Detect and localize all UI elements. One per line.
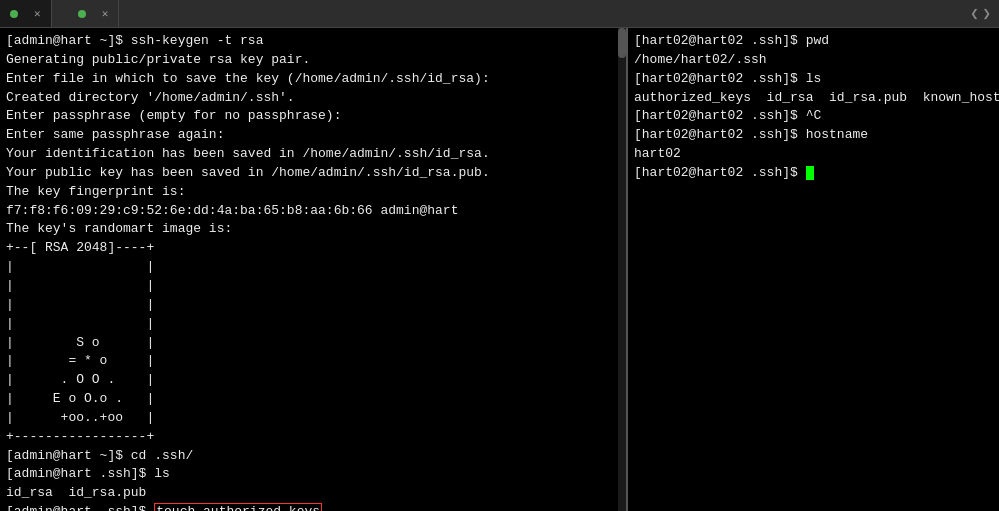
scroll-bar-left[interactable] xyxy=(618,28,626,511)
nav-right-arrow[interactable]: ❯ xyxy=(983,5,991,22)
terminal-line: Enter passphrase (empty for no passphras… xyxy=(6,107,620,126)
terminal-line: [admin@hart .ssh]$ touch authorized_keys xyxy=(6,503,620,511)
terminal-line: [hart02@hart02 .ssh]$ ls xyxy=(634,70,993,89)
terminal-line: Your identification has been saved in /h… xyxy=(6,145,620,164)
terminal-line: [admin@hart ~]$ ssh-keygen -t rsa xyxy=(6,32,620,51)
terminal-line: /home/hart02/.ssh xyxy=(634,51,993,70)
tab-dot-2 xyxy=(78,10,86,18)
terminal-line: Enter same passphrase again: xyxy=(6,126,620,145)
nav-left-arrow[interactable]: ❮ xyxy=(970,5,978,22)
terminal-line: id_rsa id_rsa.pub xyxy=(6,484,620,503)
terminal-line: The key fingerprint is: xyxy=(6,183,620,202)
nav-arrows: ❮ ❯ xyxy=(962,5,999,22)
terminal-line: hart02 xyxy=(634,145,993,164)
terminal-line: | | xyxy=(6,296,620,315)
terminal-line: [admin@hart ~]$ cd .ssh/ xyxy=(6,447,620,466)
tab-add-2[interactable] xyxy=(119,0,135,27)
terminal-line: | | xyxy=(6,315,620,334)
terminal-line: | . O O . | xyxy=(6,371,620,390)
terminal-cursor xyxy=(806,166,814,180)
terminal-line: [hart02@hart02 .ssh]$ hostname xyxy=(634,126,993,145)
terminal-line: | | xyxy=(6,277,620,296)
terminal-line: | +oo..+oo | xyxy=(6,409,620,428)
tab-dot-1 xyxy=(10,10,18,18)
terminal-line: +-----------------+ xyxy=(6,428,620,447)
terminal-line: | | xyxy=(6,258,620,277)
tab-server02[interactable]: ✕ xyxy=(68,0,120,27)
terminal-line: Enter file in which to save the key (/ho… xyxy=(6,70,620,89)
terminal-line: authorized_keys id_rsa id_rsa.pub known_… xyxy=(634,89,993,108)
tab-server01[interactable]: ✕ xyxy=(0,0,52,27)
terminal-line: [hart02@hart02 .ssh]$ xyxy=(634,164,993,183)
terminals-container: [admin@hart ~]$ ssh-keygen -t rsaGenerat… xyxy=(0,28,999,511)
tab-close-1[interactable]: ✕ xyxy=(34,7,41,20)
terminal-line: [hart02@hart02 .ssh]$ pwd xyxy=(634,32,993,51)
terminal-line: | S o | xyxy=(6,334,620,353)
terminal-line: Your public key has been saved in /home/… xyxy=(6,164,620,183)
terminal-line: | = * o | xyxy=(6,352,620,371)
scroll-thumb-left xyxy=(618,28,626,58)
tab-add-1[interactable] xyxy=(52,0,68,27)
terminal-right[interactable]: [hart02@hart02 .ssh]$ pwd/home/hart02/.s… xyxy=(628,28,999,511)
terminal-line: f7:f8:f6:09:29:c9:52:6e:dd:4a:ba:65:b8:a… xyxy=(6,202,620,221)
terminal-line: [hart02@hart02 .ssh]$ ^C xyxy=(634,107,993,126)
terminal-line: Created directory '/home/admin/.ssh'. xyxy=(6,89,620,108)
terminal-left[interactable]: [admin@hart ~]$ ssh-keygen -t rsaGenerat… xyxy=(0,28,628,511)
terminal-line: The key's randomart image is: xyxy=(6,220,620,239)
terminal-line: Generating public/private rsa key pair. xyxy=(6,51,620,70)
tab-bar: ✕ ✕ ❮ ❯ xyxy=(0,0,999,28)
terminal-line: [admin@hart .ssh]$ ls xyxy=(6,465,620,484)
terminal-line: +--[ RSA 2048]----+ xyxy=(6,239,620,258)
tab-close-2[interactable]: ✕ xyxy=(102,7,109,20)
terminal-line: | E o O.o . | xyxy=(6,390,620,409)
highlight-command: touch authorized_keys xyxy=(154,503,322,511)
